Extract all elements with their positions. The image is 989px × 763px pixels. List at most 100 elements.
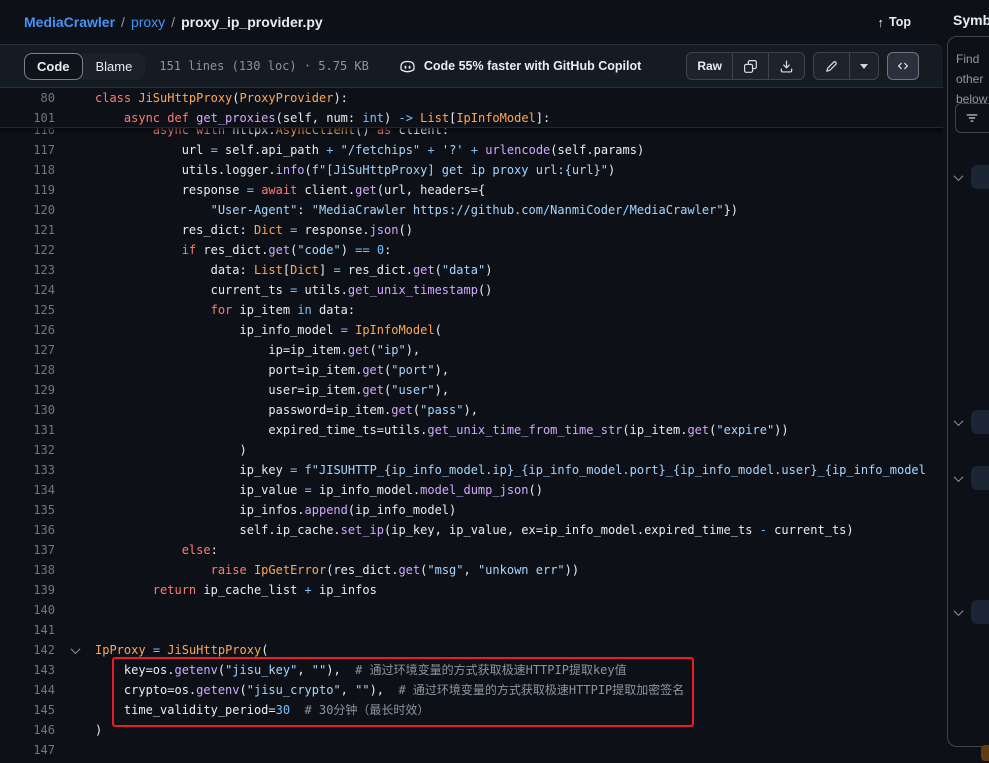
code-line: 118 utils.logger.info(f"[JiSuHttpProxy] … xyxy=(0,160,943,180)
line-number[interactable]: 101 xyxy=(0,108,55,128)
code-text: key=os.getenv("jisu_key", ""), # 通过环境变量的… xyxy=(95,660,627,680)
line-number[interactable]: 128 xyxy=(0,360,55,380)
raw-button-group: Raw xyxy=(686,52,805,80)
fold-chevron-down-icon[interactable] xyxy=(70,644,80,654)
breadcrumb-folder-link[interactable]: proxy xyxy=(131,14,165,30)
symbol-item-highlighted[interactable] xyxy=(981,745,989,761)
line-number[interactable]: 143 xyxy=(0,660,55,680)
line-number[interactable]: 137 xyxy=(0,540,55,560)
line-number[interactable]: 118 xyxy=(0,160,55,180)
symbol-pill[interactable] xyxy=(971,466,989,490)
line-number[interactable]: 140 xyxy=(0,600,55,620)
line-number[interactable]: 142 xyxy=(0,640,55,660)
line-number[interactable]: 131 xyxy=(0,420,55,440)
code-text: response = await client.get(url, headers… xyxy=(95,180,485,200)
code-editor: 116 async with httpx.AsyncClient() as cl… xyxy=(0,88,943,763)
arrow-up-icon: ↑ xyxy=(878,15,885,30)
fold-gutter xyxy=(55,180,95,200)
copilot-banner[interactable]: Code 55% faster with GitHub Copilot xyxy=(399,58,641,74)
code-text: self.ip_cache.set_ip(ip_key, ip_value, e… xyxy=(95,520,854,540)
code-text: ip_value = ip_info_model.model_dump_json… xyxy=(95,480,543,500)
line-number[interactable]: 135 xyxy=(0,500,55,520)
code-line: 131 expired_time_ts=utils.get_unix_time_… xyxy=(0,420,943,440)
code-line: 138 raise IpGetError(res_dict.get("msg",… xyxy=(0,560,943,580)
fold-gutter xyxy=(55,700,95,720)
symbols-description-line: Find xyxy=(956,49,987,69)
line-number[interactable]: 117 xyxy=(0,140,55,160)
line-number[interactable]: 138 xyxy=(0,560,55,580)
scroll-to-top-button[interactable]: ↑ Top xyxy=(878,15,911,30)
edit-button[interactable] xyxy=(814,53,850,79)
line-number[interactable]: 121 xyxy=(0,220,55,240)
line-number[interactable]: 145 xyxy=(0,700,55,720)
code-text: ) xyxy=(95,720,102,740)
fold-gutter xyxy=(55,520,95,540)
copilot-text: Code 55% faster with GitHub Copilot xyxy=(424,59,641,73)
line-number[interactable]: 141 xyxy=(0,620,55,640)
edit-dropdown-button[interactable] xyxy=(850,53,878,79)
fold-gutter xyxy=(55,720,95,740)
fold-gutter xyxy=(55,680,95,700)
fold-gutter xyxy=(55,440,95,460)
file-toolbar: Code Blame 151 lines (130 loc) · 5.75 KB… xyxy=(0,44,943,88)
line-number[interactable]: 136 xyxy=(0,520,55,540)
line-number[interactable]: 129 xyxy=(0,380,55,400)
download-button[interactable] xyxy=(769,53,804,79)
copy-button[interactable] xyxy=(733,53,769,79)
line-number[interactable]: 134 xyxy=(0,480,55,500)
line-number[interactable]: 126 xyxy=(0,320,55,340)
code-line: 144 crypto=os.getenv("jisu_crypto", ""),… xyxy=(0,680,943,700)
line-number[interactable]: 130 xyxy=(0,400,55,420)
line-number[interactable]: 144 xyxy=(0,680,55,700)
symbol-item[interactable] xyxy=(955,410,989,434)
chevron-down-icon[interactable] xyxy=(954,606,964,616)
chevron-down-icon[interactable] xyxy=(954,171,964,181)
line-number[interactable]: 127 xyxy=(0,340,55,360)
fold-gutter xyxy=(55,400,95,420)
line-number[interactable]: 147 xyxy=(0,740,55,760)
code-blame-switch: Code Blame xyxy=(24,53,145,80)
code-text: utils.logger.info(f"[JiSuHttpProxy] get … xyxy=(95,160,615,180)
line-number[interactable]: 139 xyxy=(0,580,55,600)
line-number[interactable]: 124 xyxy=(0,280,55,300)
raw-button[interactable]: Raw xyxy=(687,53,733,79)
line-number[interactable]: 80 xyxy=(0,88,55,108)
symbols-toggle-button[interactable] xyxy=(887,52,919,80)
breadcrumb-file-name: proxy_ip_provider.py xyxy=(181,14,323,30)
symbol-item[interactable] xyxy=(955,466,989,490)
tab-code[interactable]: Code xyxy=(24,53,83,80)
code-line: 126 ip_info_model = IpInfoModel( xyxy=(0,320,943,340)
code-text: for ip_item in data: xyxy=(95,300,355,320)
line-number[interactable]: 125 xyxy=(0,300,55,320)
line-number[interactable]: 122 xyxy=(0,240,55,260)
caret-down-icon xyxy=(860,64,868,69)
line-number[interactable]: 123 xyxy=(0,260,55,280)
symbol-item[interactable] xyxy=(955,165,989,189)
symbols-sidebar: Symbols Find other below xyxy=(943,0,989,763)
symbols-heading: Symbols xyxy=(953,12,989,28)
github-code-view: MediaCrawler / proxy / proxy_ip_provider… xyxy=(0,0,989,763)
code-text: time_validity_period=30 # 30分钟（最长时效） xyxy=(95,700,429,720)
symbol-pill[interactable] xyxy=(981,745,989,761)
chevron-down-icon[interactable] xyxy=(954,416,964,426)
breadcrumb-repo-link[interactable]: MediaCrawler xyxy=(24,14,115,30)
symbol-pill[interactable] xyxy=(971,165,989,189)
line-number[interactable]: 132 xyxy=(0,440,55,460)
code-text: crypto=os.getenv("jisu_crypto", ""), # 通… xyxy=(95,680,684,700)
code-line: 147 xyxy=(0,740,943,760)
fold-gutter xyxy=(55,320,95,340)
line-number[interactable]: 133 xyxy=(0,460,55,480)
filter-button[interactable] xyxy=(955,103,989,133)
symbol-pill[interactable] xyxy=(971,600,989,624)
tab-blame[interactable]: Blame xyxy=(83,53,146,80)
line-number[interactable]: 146 xyxy=(0,720,55,740)
symbol-pill[interactable] xyxy=(971,410,989,434)
chevron-down-icon[interactable] xyxy=(954,472,964,482)
fold-gutter xyxy=(55,260,95,280)
line-number[interactable]: 119 xyxy=(0,180,55,200)
fold-gutter xyxy=(55,580,95,600)
code-text: IpProxy = JiSuHttpProxy( xyxy=(95,640,268,660)
symbol-item[interactable] xyxy=(955,600,989,624)
code-line: 134 ip_value = ip_info_model.model_dump_… xyxy=(0,480,943,500)
line-number[interactable]: 120 xyxy=(0,200,55,220)
